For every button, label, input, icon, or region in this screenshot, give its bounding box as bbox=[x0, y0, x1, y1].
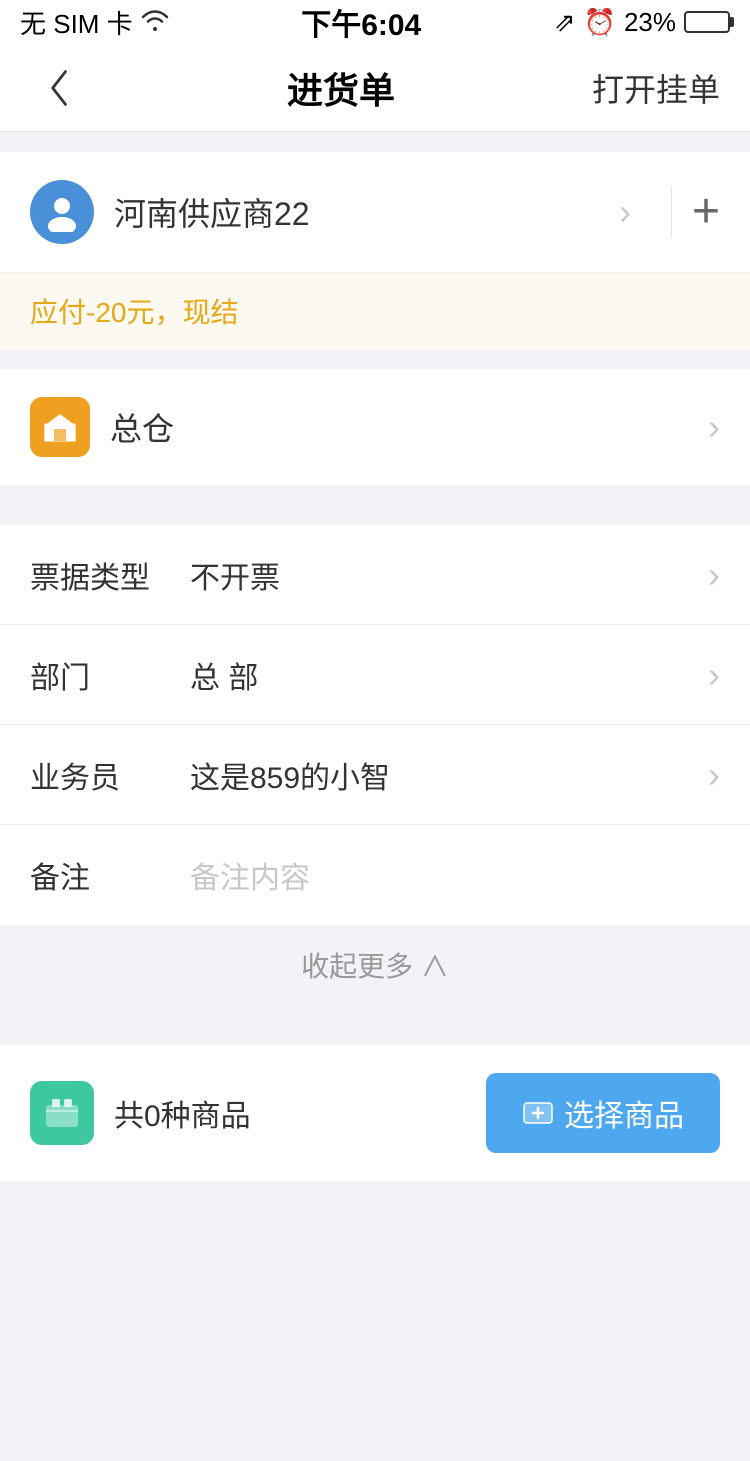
invoice-type-row[interactable]: 票据类型 不开票 bbox=[0, 525, 750, 625]
supplier-name: 河南供应商22 bbox=[114, 189, 619, 235]
select-product-label: 选择商品 bbox=[564, 1091, 684, 1135]
add-supplier-button[interactable]: + bbox=[692, 188, 720, 236]
salesperson-arrow bbox=[708, 754, 720, 796]
remark-input[interactable]: 备注内容 bbox=[170, 853, 720, 897]
salesperson-row[interactable]: 业务员 这是859的小智 bbox=[0, 725, 750, 825]
select-product-button[interactable]: 选择商品 bbox=[486, 1073, 720, 1153]
battery-percent: 23% bbox=[624, 7, 676, 38]
warehouse-name: 总仓 bbox=[110, 404, 708, 450]
product-icon bbox=[30, 1081, 94, 1145]
back-button[interactable] bbox=[30, 58, 90, 118]
product-count: 共0种商品 bbox=[114, 1091, 466, 1135]
section-gap-2 bbox=[0, 349, 750, 369]
warehouse-icon bbox=[30, 397, 90, 457]
section-gap-3 bbox=[0, 485, 750, 505]
form-section: 票据类型 不开票 部门 总 部 业务员 这是859的小智 备注 备注内容 bbox=[0, 525, 750, 925]
supplier-section: 河南供应商22 + 应付-20元，现结 bbox=[0, 152, 750, 349]
warehouse-row[interactable]: 总仓 bbox=[0, 369, 750, 485]
department-label: 部门 bbox=[30, 653, 170, 697]
location-icon: ⇗ bbox=[554, 7, 576, 38]
page-background bbox=[0, 1181, 750, 1461]
supplier-chevron bbox=[619, 191, 631, 233]
vertical-divider bbox=[671, 187, 672, 237]
alarm-icon: ⏰ bbox=[584, 7, 616, 38]
warehouse-section[interactable]: 总仓 bbox=[0, 369, 750, 485]
invoice-type-label: 票据类型 bbox=[30, 553, 170, 597]
warehouse-chevron bbox=[708, 406, 720, 448]
status-time: 下午6:04 bbox=[301, 0, 421, 44]
wifi-icon bbox=[141, 7, 169, 38]
notice-text: 应付-20元，现结 bbox=[30, 297, 238, 328]
invoice-type-arrow bbox=[708, 554, 720, 596]
supplier-row[interactable]: 河南供应商22 + bbox=[0, 152, 750, 273]
invoice-type-value: 不开票 bbox=[170, 553, 708, 597]
collapse-label: 收起更多 ∧ bbox=[301, 945, 449, 985]
nav-bar: 进货单 打开挂单 bbox=[0, 44, 750, 132]
section-gap-1 bbox=[0, 132, 750, 152]
status-carrier: 无 SIM 卡 bbox=[20, 4, 169, 41]
supplier-avatar bbox=[30, 180, 94, 244]
department-row[interactable]: 部门 总 部 bbox=[0, 625, 750, 725]
open-pending-button[interactable]: 打开挂单 bbox=[592, 65, 720, 111]
salesperson-label: 业务员 bbox=[30, 753, 170, 797]
status-indicators: ⇗ ⏰ 23% bbox=[554, 7, 730, 38]
section-gap-4 bbox=[0, 1005, 750, 1025]
remark-label: 备注 bbox=[30, 853, 170, 897]
remark-row[interactable]: 备注 备注内容 bbox=[0, 825, 750, 925]
salesperson-value: 这是859的小智 bbox=[170, 753, 708, 797]
collapse-button[interactable]: 收起更多 ∧ bbox=[0, 925, 750, 1005]
department-value: 总 部 bbox=[170, 653, 708, 697]
page-title: 进货单 bbox=[287, 62, 395, 114]
notice-bar: 应付-20元，现结 bbox=[0, 273, 750, 349]
battery-icon bbox=[684, 11, 730, 33]
carrier-text: 无 SIM 卡 bbox=[20, 4, 133, 41]
status-bar: 无 SIM 卡 下午6:04 ⇗ ⏰ 23% bbox=[0, 0, 750, 44]
bottom-section: 共0种商品 选择商品 bbox=[0, 1045, 750, 1181]
department-arrow bbox=[708, 654, 720, 696]
